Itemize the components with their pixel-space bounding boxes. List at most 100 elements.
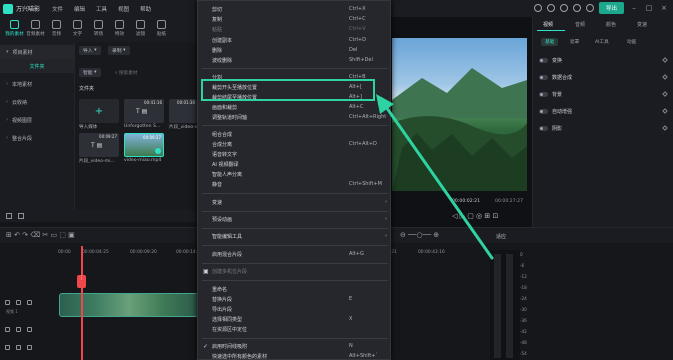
search-input[interactable]: ⌕ 搜索素材 — [115, 68, 195, 77]
sidebar-item-folder[interactable]: 文件夹 — [0, 59, 74, 73]
menu-item-crop[interactable]: 画面和裁剪 Alt+C — [198, 102, 392, 112]
eye-icon[interactable] — [16, 344, 21, 350]
tool-stickers[interactable]: 贴纸 — [151, 17, 172, 42]
menu-file[interactable]: 文件 — [52, 5, 63, 13]
eye-icon[interactable] — [16, 326, 21, 332]
menu-item-ai-translate[interactable]: AI 视频翻译 — [198, 159, 392, 169]
tool-my-media[interactable]: 我的素材 — [4, 17, 25, 42]
sidebar-item-local[interactable]: › 本地素材 — [0, 77, 74, 91]
menu-item-rename[interactable]: 重命名 — [198, 284, 392, 294]
menu-item-preset-animation[interactable]: 预设动画 › — [198, 214, 392, 224]
smart-filter-button[interactable]: 智能 ▾ — [79, 68, 101, 77]
sidebar-item-project-media[interactable]: ▾ 项目素材 — [0, 45, 74, 59]
tool-transition[interactable]: 转场 — [88, 17, 109, 42]
menu-view[interactable]: 视图 — [118, 5, 129, 13]
lock-icon[interactable] — [5, 344, 10, 350]
help-icon[interactable] — [585, 4, 594, 12]
speaker-icon[interactable] — [27, 326, 32, 332]
subtab-animation[interactable]: 动画 — [623, 38, 640, 46]
minimize-icon[interactable]: – — [629, 4, 639, 12]
media-tile[interactable]: 00:09:27 T ▤ — [79, 133, 119, 157]
tool-effects[interactable]: 特效 — [109, 17, 130, 42]
cloud-icon[interactable] — [572, 4, 581, 12]
export-button[interactable]: 导出 — [598, 2, 624, 14]
playhead-handle[interactable]: ⋮ — [77, 275, 86, 288]
folder-add-icon[interactable] — [6, 213, 12, 219]
menu-item-cut[interactable]: 剪切 Ctrl+X — [198, 4, 392, 14]
import-media-tile[interactable]: + — [79, 99, 119, 123]
menu-item-select-same[interactable]: 选择相同类型 X — [198, 314, 392, 324]
tab-audio[interactable]: 音频 — [575, 21, 585, 28]
toggle[interactable] — [539, 57, 548, 63]
record-button[interactable]: 录制 ▾ — [108, 46, 130, 55]
toggle[interactable] — [539, 74, 548, 80]
keyframe-icon[interactable] — [662, 108, 668, 114]
tab-speed[interactable]: 变速 — [637, 21, 647, 28]
menu-item-multicam[interactable]: ▣ 创建多机位片段 — [198, 266, 392, 276]
prop-shadow[interactable]: 阴影 — [539, 122, 668, 134]
menu-item-paste[interactable]: 粘贴 Ctrl+V — [198, 24, 392, 34]
menu-item-snap[interactable]: ✓ 启用时间线吸附 N — [198, 341, 392, 351]
media-tile[interactable]: 00:01:30 — [169, 99, 197, 123]
menu-item-copy[interactable]: 复制 Ctrl+C — [198, 14, 392, 24]
lock-icon[interactable] — [5, 299, 10, 305]
menu-item-duplicate[interactable]: 创建副本 Ctrl+D — [198, 35, 392, 45]
toggle[interactable] — [539, 91, 548, 97]
maximize-icon[interactable]: □ — [644, 4, 654, 12]
tool-filters[interactable]: 滤镜 — [130, 17, 151, 42]
prop-background[interactable]: 背景 — [539, 88, 668, 100]
sidebar-item-cloud[interactable]: › 云收纳 — [0, 95, 74, 109]
speaker-icon[interactable] — [27, 344, 32, 350]
menu-item-smart-tools[interactable]: 智能编辑工具 › — [198, 231, 392, 241]
prop-composite[interactable]: 数据合成 — [539, 71, 668, 83]
settings-icon[interactable] — [546, 4, 555, 12]
import-button[interactable]: 导入 ▾ — [79, 46, 101, 55]
keyframe-icon[interactable] — [662, 74, 668, 80]
menu-item-locate[interactable]: 在资源区中定位 — [198, 324, 392, 334]
menu-item-speech-to-text[interactable]: 语音转文字 — [198, 149, 392, 159]
keyframe-icon[interactable] — [662, 125, 668, 131]
tab-color[interactable]: 颜色 — [606, 21, 616, 28]
tool-stock-media[interactable]: 音频素材 — [25, 17, 46, 42]
eye-icon[interactable] — [16, 299, 21, 305]
prop-auto-enhance[interactable]: 自动增强 — [539, 105, 668, 117]
subtab-basic[interactable]: 基础 — [541, 38, 559, 46]
menu-item-ripple-delete[interactable]: 波纹删除 Shift+Del — [198, 55, 392, 65]
prop-transform[interactable]: 变换 — [539, 54, 668, 66]
menu-item-compound-clip[interactable]: 启用混合片段 Alt+G — [198, 249, 392, 259]
menu-edit[interactable]: 编辑 — [74, 5, 85, 13]
sidebar-item-compound[interactable]: › 整合片段 — [0, 131, 74, 145]
sidebar-item-layers[interactable]: › 视频图层 — [0, 113, 74, 127]
folder-icon[interactable] — [18, 213, 24, 219]
close-icon[interactable]: × — [659, 4, 669, 12]
media-tile[interactable]: 00:41:16 T ▤ — [124, 99, 164, 123]
timeline-edit-icons[interactable]: ⊞ ↶ ↷ ⌫ ✂ ▭ ⬚ ▣ — [6, 231, 75, 239]
menu-item-vocal-separation[interactable]: 智能人声分离 — [198, 169, 392, 179]
subtab-ai-tools[interactable]: AI工具 — [591, 38, 613, 46]
menu-item-delete[interactable]: 删除 Del — [198, 45, 392, 55]
tool-audio[interactable]: 音频 — [46, 17, 67, 42]
playhead[interactable] — [81, 246, 83, 360]
keyframe-icon[interactable] — [662, 57, 668, 63]
menu-help[interactable]: 帮助 — [140, 5, 151, 13]
menu-item-export-clip[interactable]: 导出片段 — [198, 304, 392, 314]
menu-item-adjust-track[interactable]: 调整轨道时间轴 Ctrl+Alt+Right — [198, 112, 392, 122]
speaker-icon[interactable] — [27, 299, 32, 305]
menu-item-speed[interactable]: 变速 › — [198, 197, 392, 207]
menu-item-group[interactable]: 组合合成 — [198, 129, 392, 139]
menu-item-replace[interactable]: 替换片段 E — [198, 294, 392, 304]
menu-item-select-color[interactable]: 快速选中所有颜色的素材 Alt+Shift+` — [198, 351, 392, 360]
notification-icon[interactable] — [559, 4, 568, 12]
media-tile-selected[interactable]: 00:09:27 — [124, 133, 164, 157]
subtab-mask[interactable]: 遮罩 — [566, 38, 583, 46]
keyframe-icon[interactable] — [662, 91, 668, 97]
toggle[interactable] — [539, 125, 548, 131]
toggle[interactable] — [539, 108, 548, 114]
menu-item-ungroup[interactable]: 合成分离 Ctrl+Alt+D — [198, 139, 392, 149]
menu-tools[interactable]: 工具 — [96, 5, 107, 13]
timeline-clip[interactable] — [59, 293, 199, 317]
account-icon[interactable] — [533, 4, 542, 12]
tool-text[interactable]: 文字 — [67, 17, 88, 42]
tab-video[interactable]: 视频 — [543, 21, 553, 28]
menu-item-mute[interactable]: 静音 Ctrl+Shift+M — [198, 179, 392, 189]
